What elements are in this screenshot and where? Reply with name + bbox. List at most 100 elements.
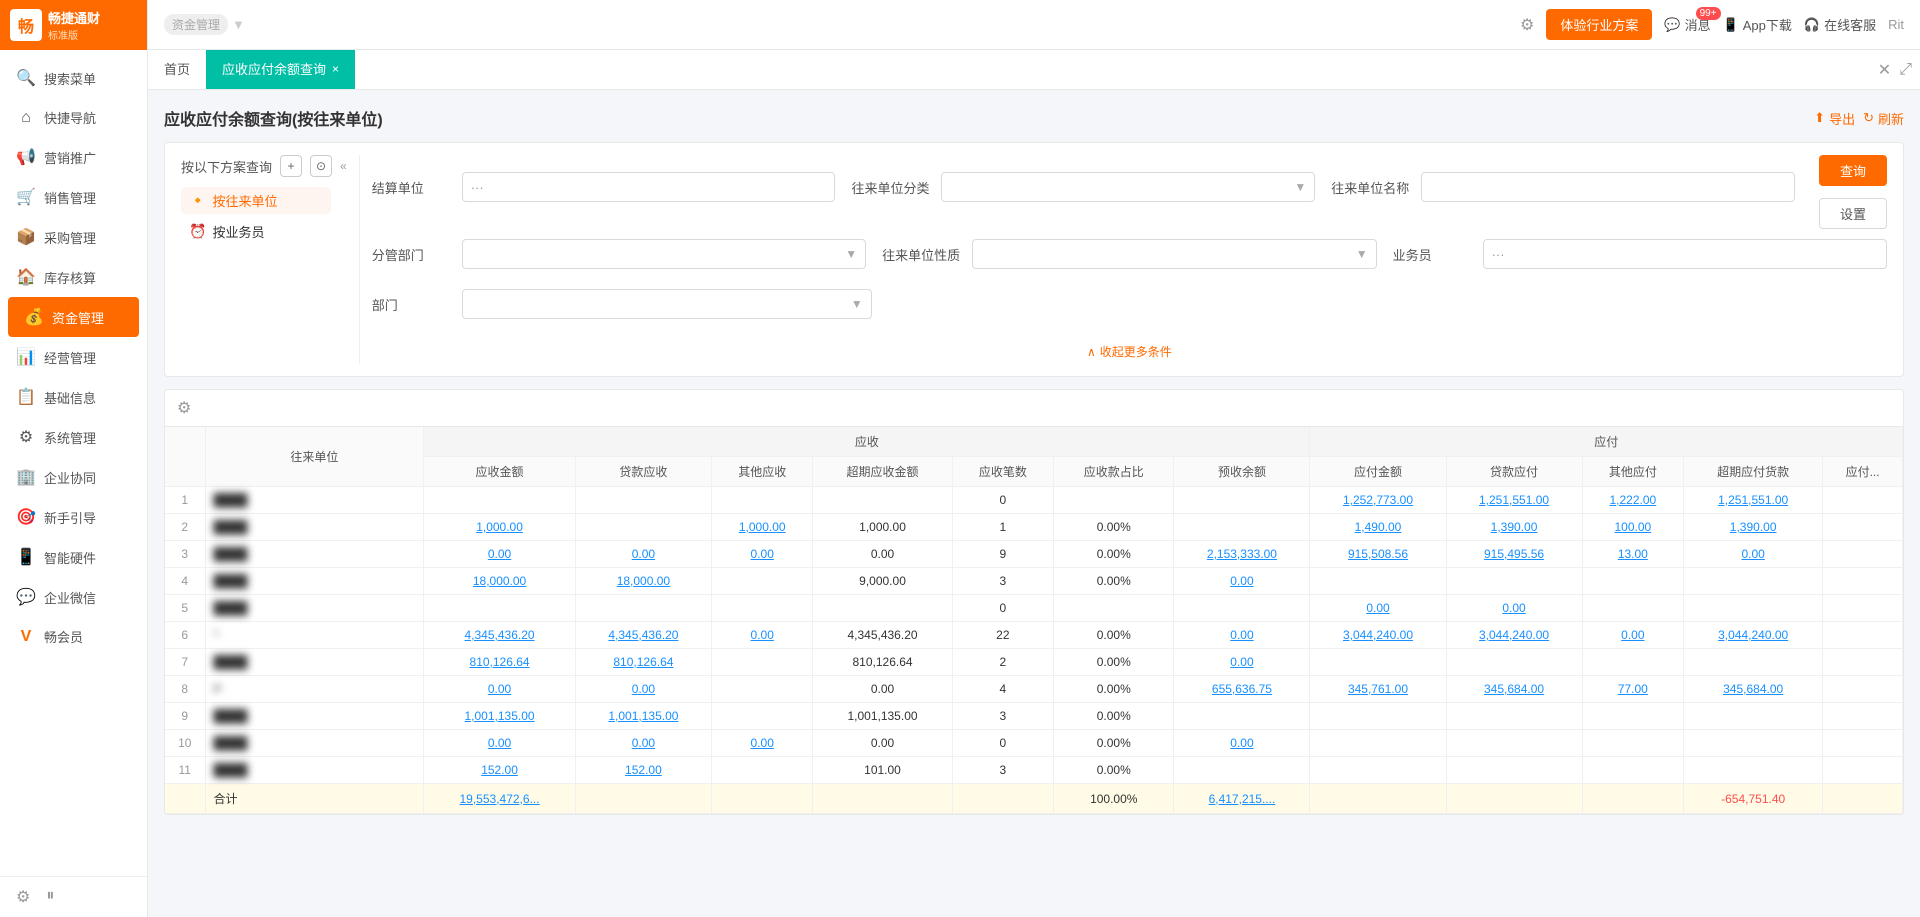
sidebar-collapse-btn[interactable]: ⏸	[46, 887, 54, 907]
filter-nav-salesman[interactable]: ⏰ 按业务员	[181, 218, 331, 245]
sidebar-item-system[interactable]: ⚙ 系统管理	[0, 417, 147, 457]
sidebar-item-search[interactable]: 🔍 搜索菜单	[0, 58, 147, 98]
filter-add-btn[interactable]: +	[280, 155, 302, 177]
cell-loan-ap[interactable]: 1,251,551.00	[1446, 487, 1582, 514]
cell-overdue-ap[interactable]: 1,251,551.00	[1684, 487, 1823, 514]
cell-loan-ap[interactable]: 0.00	[1446, 595, 1582, 622]
cell-loan-ar[interactable]: 152.00	[575, 757, 711, 784]
cell-ap-amount[interactable]: 1,490.00	[1310, 514, 1446, 541]
header-gear-icon[interactable]: ⚙	[1520, 15, 1534, 35]
sidebar-item-marketing[interactable]: 📢 营销推广	[0, 137, 147, 177]
cell-ar-amount[interactable]: 0.00	[424, 730, 576, 757]
cell-loan-ar[interactable]: 810,126.64	[575, 649, 711, 676]
total-label: 合计	[205, 784, 424, 814]
industry-btn[interactable]: 体验行业方案	[1546, 9, 1652, 40]
cell-overdue-ap[interactable]: 0.00	[1684, 541, 1823, 568]
filter-settlement-input[interactable]: ···	[462, 172, 836, 202]
setting-btn[interactable]: 设置	[1819, 198, 1887, 229]
export-btn[interactable]: ⬆ 导出	[1814, 109, 1855, 128]
sidebar-item-inventory[interactable]: 🏠 库存核算	[0, 257, 147, 297]
cell-overdue-ap[interactable]: 345,684.00	[1684, 676, 1823, 703]
cell-prepaid[interactable]: 0.00	[1174, 649, 1310, 676]
sidebar-item-basic[interactable]: 📋 基础信息	[0, 377, 147, 417]
tab-ar-ap-close[interactable]: ×	[332, 62, 339, 76]
collapse-more-btn[interactable]: ∧ 收起更多条件	[372, 339, 1887, 364]
header-msg[interactable]: 💬 消息 99+	[1664, 15, 1710, 34]
tab-close-btn[interactable]: ✕	[1878, 60, 1891, 80]
refresh-btn[interactable]: ↻ 刷新	[1863, 109, 1904, 128]
total-ar-amount[interactable]: 19,553,472,6...	[424, 784, 576, 814]
cell-other-ar[interactable]: 0.00	[711, 541, 813, 568]
header-app[interactable]: 📱 App下载	[1723, 15, 1792, 34]
cell-other-ap[interactable]: 100.00	[1582, 514, 1684, 541]
cell-other-ar[interactable]: 0.00	[711, 730, 813, 757]
cell-loan-ar[interactable]: 0.00	[575, 676, 711, 703]
cell-ar-amount[interactable]: 0.00	[424, 676, 576, 703]
cell-loan-ar[interactable]: 1,001,135.00	[575, 703, 711, 730]
cell-loan-ar[interactable]: 18,000.00	[575, 568, 711, 595]
cell-prepaid[interactable]: 0.00	[1174, 568, 1310, 595]
cell-loan-ap[interactable]: 915,495.56	[1446, 541, 1582, 568]
header-service[interactable]: 🎧 在线客服	[1804, 15, 1876, 34]
cell-ar-amount[interactable]: 0.00	[424, 541, 576, 568]
cell-loan-ar[interactable]: 4,345,436.20	[575, 622, 711, 649]
cell-prepaid[interactable]: 2,153,333.00	[1174, 541, 1310, 568]
tab-ar-ap[interactable]: 应收应付余额查询 ×	[206, 50, 355, 89]
cell-prepaid[interactable]: 0.00	[1174, 730, 1310, 757]
cell-other-ar[interactable]: 0.00	[711, 622, 813, 649]
filter-dept-input[interactable]: ▼	[462, 289, 872, 319]
cell-overdue-ap[interactable]: 3,044,240.00	[1684, 622, 1823, 649]
cell-ar-amount[interactable]: 1,001,135.00	[424, 703, 576, 730]
tab-home[interactable]: 首页	[148, 50, 206, 89]
sidebar-item-enterprise[interactable]: 🏢 企业协同	[0, 457, 147, 497]
cell-prepaid[interactable]: 655,636.75	[1174, 676, 1310, 703]
cell-loan-ap[interactable]: 3,044,240.00	[1446, 622, 1582, 649]
sidebar-item-guide[interactable]: 🎯 新手引导	[0, 497, 147, 537]
filter-dept-manager-input[interactable]: ▼	[462, 239, 866, 269]
sidebar-item-operations[interactable]: 📊 经营管理	[0, 337, 147, 377]
filter-scheme-btn[interactable]: ⊙	[310, 155, 332, 177]
cell-ar-amount[interactable]: 810,126.64	[424, 649, 576, 676]
cell-loan-ar[interactable]: 0.00	[575, 541, 711, 568]
cell-prepaid[interactable]: 0.00	[1174, 622, 1310, 649]
sidebar-item-hardware[interactable]: 📱 智能硬件	[0, 537, 147, 577]
cell-ap-amount[interactable]: 915,508.56	[1310, 541, 1446, 568]
cell-ar-amount[interactable]: 152.00	[424, 757, 576, 784]
sidebar-item-quick[interactable]: ⌂ 快捷导航	[0, 98, 147, 137]
table-settings-icon[interactable]: ⚙	[177, 398, 191, 418]
sidebar-item-purchase[interactable]: 📦 采购管理	[0, 217, 147, 257]
filter-nav-partner[interactable]: 🔸 按往来单位	[181, 187, 331, 214]
cell-ar-amount[interactable]: 18,000.00	[424, 568, 576, 595]
filter-partner-cat-input[interactable]: ▼	[941, 172, 1315, 202]
cell-other-ar[interactable]: 1,000.00	[711, 514, 813, 541]
table-scroll[interactable]: 往来单位 应收 应付 应收金额 贷款应收 其他应收 超期应收金额 应收笔数 应收…	[165, 427, 1903, 814]
logo-sub: 标准版	[48, 27, 100, 42]
total-prepaid[interactable]: 6,417,215....	[1174, 784, 1310, 814]
cell-overdue-ap[interactable]: 1,390.00	[1684, 514, 1823, 541]
sidebar-settings-btn[interactable]: ⚙	[16, 887, 30, 907]
cell-other-ap[interactable]: 77.00	[1582, 676, 1684, 703]
cell-loan-ar[interactable]: 0.00	[575, 730, 711, 757]
cell-other-ap[interactable]: 0.00	[1582, 622, 1684, 649]
cell-ap-amount[interactable]: 3,044,240.00	[1310, 622, 1446, 649]
tab-expand-btn[interactable]: ⤢	[1899, 61, 1912, 79]
sidebar-item-member[interactable]: V 畅会员	[0, 617, 147, 656]
filter-partner-nature-label: 往来单位性质	[882, 245, 972, 264]
filter-partner-name-input[interactable]	[1421, 172, 1795, 202]
filter-partner-nature-input[interactable]: ▼	[972, 239, 1376, 269]
query-btn[interactable]: 查询	[1819, 155, 1887, 186]
cell-ar-amount[interactable]: 4,345,436.20	[424, 622, 576, 649]
sidebar-item-funds[interactable]: 💰 资金管理	[8, 297, 139, 337]
cell-other-ap[interactable]: 1,222.00	[1582, 487, 1684, 514]
cell-other-ap[interactable]: 13.00	[1582, 541, 1684, 568]
filter-salesman-input[interactable]: ···	[1483, 239, 1887, 269]
cell-ap-amount[interactable]: 1,252,773.00	[1310, 487, 1446, 514]
sidebar-item-wechat[interactable]: 💬 企业微信	[0, 577, 147, 617]
cell-loan-ap[interactable]: 1,390.00	[1446, 514, 1582, 541]
cell-ap-amount[interactable]: 345,761.00	[1310, 676, 1446, 703]
sidebar-item-sales[interactable]: 🛒 销售管理	[0, 177, 147, 217]
cell-ap-amount[interactable]: 0.00	[1310, 595, 1446, 622]
filter-collapse-left-btn[interactable]: «	[340, 159, 347, 173]
cell-loan-ap[interactable]: 345,684.00	[1446, 676, 1582, 703]
cell-ar-amount[interactable]: 1,000.00	[424, 514, 576, 541]
